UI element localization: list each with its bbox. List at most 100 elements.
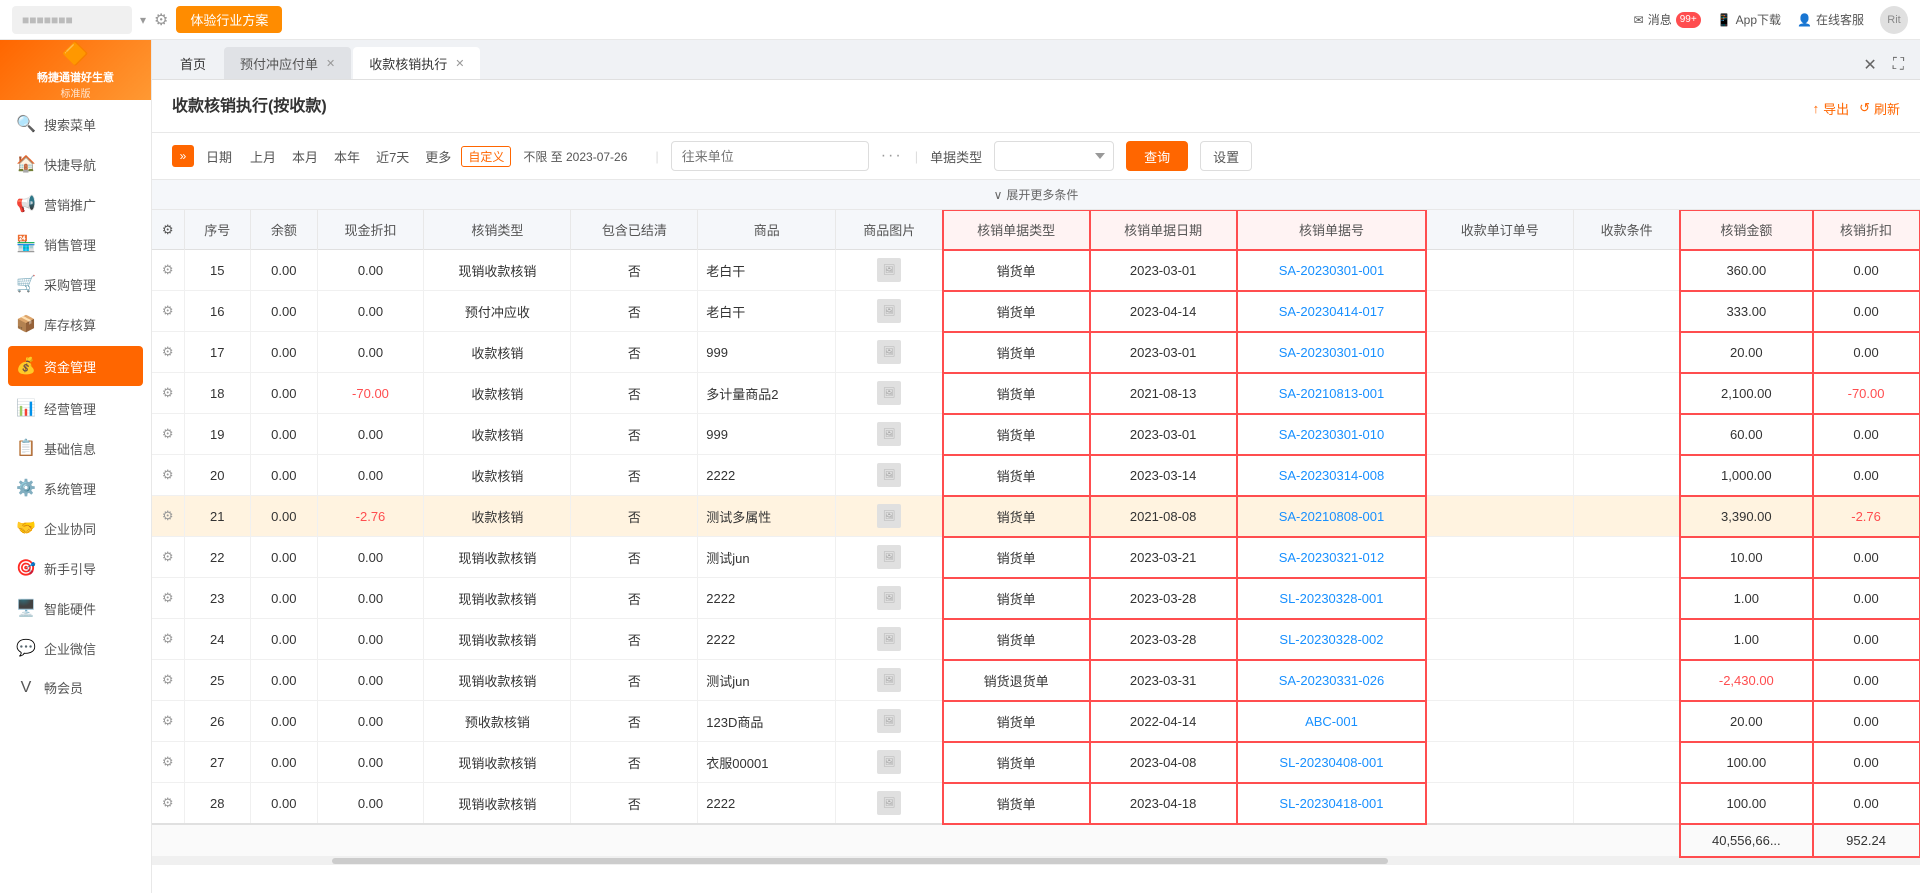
- sidebar-item-search[interactable]: 🔍 搜索菜单: [0, 104, 151, 144]
- cell-verify-bill-no[interactable]: SL-20230328-001: [1237, 578, 1427, 619]
- tab-maximize-button[interactable]: ⛶: [1889, 52, 1908, 78]
- tab-prepay-close[interactable]: ✕: [326, 57, 335, 70]
- query-button[interactable]: 查询: [1126, 141, 1188, 171]
- date-last-month-button[interactable]: 上月: [244, 145, 282, 168]
- verify-bill-no-link[interactable]: SL-20230418-001: [1279, 796, 1383, 811]
- company-selector[interactable]: ■■■■■■■: [12, 6, 132, 34]
- sidebar-item-label: 企业微信: [44, 639, 96, 658]
- single-type-select[interactable]: [994, 141, 1114, 171]
- sidebar-item-member[interactable]: V 畅会员: [0, 668, 151, 707]
- cell-gear[interactable]: ⚙: [152, 783, 184, 825]
- cell-gear[interactable]: ⚙: [152, 455, 184, 496]
- cell-verify-bill-no[interactable]: SA-20210808-001: [1237, 496, 1427, 537]
- date-more-button[interactable]: 更多: [419, 145, 457, 168]
- tab-close-window-button[interactable]: ✕: [1859, 51, 1880, 79]
- date-last-7-days-button[interactable]: 近7天: [370, 145, 415, 168]
- expand-more-button[interactable]: ∨ 展开更多条件: [994, 186, 1079, 203]
- verify-bill-no-link[interactable]: SA-20210813-001: [1279, 386, 1385, 401]
- online-service-group[interactable]: 👤 在线客服: [1797, 11, 1864, 28]
- verify-bill-no-link[interactable]: SA-20230331-026: [1279, 673, 1385, 688]
- cell-verify-bill-no[interactable]: SA-20230301-010: [1237, 332, 1427, 373]
- cell-verify-bill-no[interactable]: SA-20230301-010: [1237, 414, 1427, 455]
- verify-bill-no-link[interactable]: SA-20230314-008: [1279, 468, 1385, 483]
- cell-gear[interactable]: ⚙: [152, 414, 184, 455]
- cell-verify-bill-no[interactable]: SL-20230418-001: [1237, 783, 1427, 825]
- verify-bill-no-link[interactable]: SL-20230328-001: [1279, 591, 1383, 606]
- sidebar-item-inventory[interactable]: 📦 库存核算: [0, 304, 151, 344]
- settings-button[interactable]: 设置: [1200, 141, 1252, 171]
- cell-gear[interactable]: ⚙: [152, 250, 184, 291]
- table-row: ⚙ 23 0.00 0.00 现销收款核销 否 2222 🖼 销货单 2023-…: [152, 578, 1920, 619]
- cell-balance: 0.00: [251, 414, 318, 455]
- filter-expand-button[interactable]: »: [172, 145, 194, 167]
- messages-group[interactable]: ✉ 消息 99+: [1634, 11, 1701, 28]
- cell-verify-bill-no[interactable]: SL-20230408-001: [1237, 742, 1427, 783]
- sidebar-item-hardware[interactable]: 🖥️ 智能硬件: [0, 588, 151, 628]
- cell-gear[interactable]: ⚙: [152, 578, 184, 619]
- cell-verify-bill-no[interactable]: SA-20230321-012: [1237, 537, 1427, 578]
- industry-solution-button[interactable]: 体验行业方案: [176, 6, 282, 33]
- verify-bill-no-link[interactable]: SL-20230328-002: [1279, 632, 1383, 647]
- date-custom-button[interactable]: 自定义: [461, 146, 511, 167]
- sidebar-item-shortcut[interactable]: 🏠 快捷导航: [0, 144, 151, 184]
- sidebar-item-guide[interactable]: 🎯 新手引导: [0, 548, 151, 588]
- verify-bill-no-link[interactable]: SA-20210808-001: [1279, 509, 1385, 524]
- cell-gear[interactable]: ⚙: [152, 496, 184, 537]
- verify-bill-no-link[interactable]: SA-20230301-010: [1279, 345, 1385, 360]
- cell-verify-bill-no[interactable]: SA-20230331-026: [1237, 660, 1427, 701]
- verify-bill-no-link[interactable]: SA-20230414-017: [1279, 304, 1385, 319]
- user-name: Rit: [1887, 14, 1900, 26]
- user-avatar[interactable]: Rit: [1880, 6, 1908, 34]
- cell-verify-type: 现销收款核销: [424, 537, 571, 578]
- date-this-month-button[interactable]: 本月: [286, 145, 324, 168]
- cell-verify-bill-no[interactable]: SL-20230328-002: [1237, 619, 1427, 660]
- sidebar-item-sales[interactable]: 🏪 销售管理: [0, 224, 151, 264]
- tab-receivable-close[interactable]: ✕: [455, 57, 464, 70]
- cell-product: 老白干: [698, 250, 836, 291]
- cell-verify-bill-no[interactable]: ABC-001: [1237, 701, 1427, 742]
- cell-gear[interactable]: ⚙: [152, 619, 184, 660]
- tab-home[interactable]: 首页: [164, 47, 222, 79]
- sidebar-item-system[interactable]: ⚙️ 系统管理: [0, 468, 151, 508]
- cell-include-settled: 否: [571, 537, 698, 578]
- settings-icon[interactable]: ⚙: [154, 10, 168, 30]
- cell-balance: 0.00: [251, 537, 318, 578]
- sidebar-item-marketing[interactable]: 📢 营销推广: [0, 184, 151, 224]
- th-gear[interactable]: ⚙: [152, 210, 184, 250]
- verify-bill-no-link[interactable]: SL-20230408-001: [1279, 755, 1383, 770]
- cell-gear[interactable]: ⚙: [152, 291, 184, 332]
- cell-include-settled: 否: [571, 455, 698, 496]
- th-receipt-condition: 收款条件: [1573, 210, 1680, 250]
- company-chevron-icon[interactable]: ▾: [140, 13, 146, 27]
- cell-verify-bill-no[interactable]: SA-20210813-001: [1237, 373, 1427, 414]
- cell-gear[interactable]: ⚙: [152, 332, 184, 373]
- logo-area[interactable]: 🔶 畅捷通谱好生意 标准版: [0, 40, 151, 100]
- refresh-button[interactable]: ↺ 刷新: [1859, 99, 1900, 118]
- sidebar-item-purchase[interactable]: 🛒 采购管理: [0, 264, 151, 304]
- cell-gear[interactable]: ⚙: [152, 537, 184, 578]
- verify-bill-no-link[interactable]: SA-20230301-010: [1279, 427, 1385, 442]
- cell-verify-bill-no[interactable]: SA-20230301-001: [1237, 250, 1427, 291]
- sidebar-item-wechat[interactable]: 💬 企业微信: [0, 628, 151, 668]
- verify-bill-no-link[interactable]: SA-20230321-012: [1279, 550, 1385, 565]
- cell-verify-bill-no[interactable]: SA-20230414-017: [1237, 291, 1427, 332]
- sidebar-item-enterprise[interactable]: 🤝 企业协同: [0, 508, 151, 548]
- cell-gear[interactable]: ⚙: [152, 701, 184, 742]
- cell-verify-bill-no[interactable]: SA-20230314-008: [1237, 455, 1427, 496]
- export-button[interactable]: ↑ 导出: [1813, 99, 1850, 118]
- sidebar-item-operation[interactable]: 📊 经营管理: [0, 388, 151, 428]
- tab-receivable[interactable]: 收款核销执行 ✕: [353, 47, 480, 79]
- cell-verify-discount: -2.76: [1813, 496, 1920, 537]
- date-this-year-button[interactable]: 本年: [328, 145, 366, 168]
- cell-gear[interactable]: ⚙: [152, 660, 184, 701]
- tab-prepay[interactable]: 预付冲应付单 ✕: [224, 47, 351, 79]
- table-row: ⚙ 17 0.00 0.00 收款核销 否 999 🖼 销货单 2023-03-…: [152, 332, 1920, 373]
- sidebar-item-basic[interactable]: 📋 基础信息: [0, 428, 151, 468]
- cell-gear[interactable]: ⚙: [152, 742, 184, 783]
- sidebar-item-finance[interactable]: 💰 资金管理: [8, 346, 143, 386]
- cell-gear[interactable]: ⚙: [152, 373, 184, 414]
- app-download-group[interactable]: 📱 App下载: [1717, 11, 1781, 28]
- from-unit-input[interactable]: [671, 141, 869, 171]
- verify-bill-no-link[interactable]: ABC-001: [1305, 714, 1358, 729]
- verify-bill-no-link[interactable]: SA-20230301-001: [1279, 263, 1385, 278]
